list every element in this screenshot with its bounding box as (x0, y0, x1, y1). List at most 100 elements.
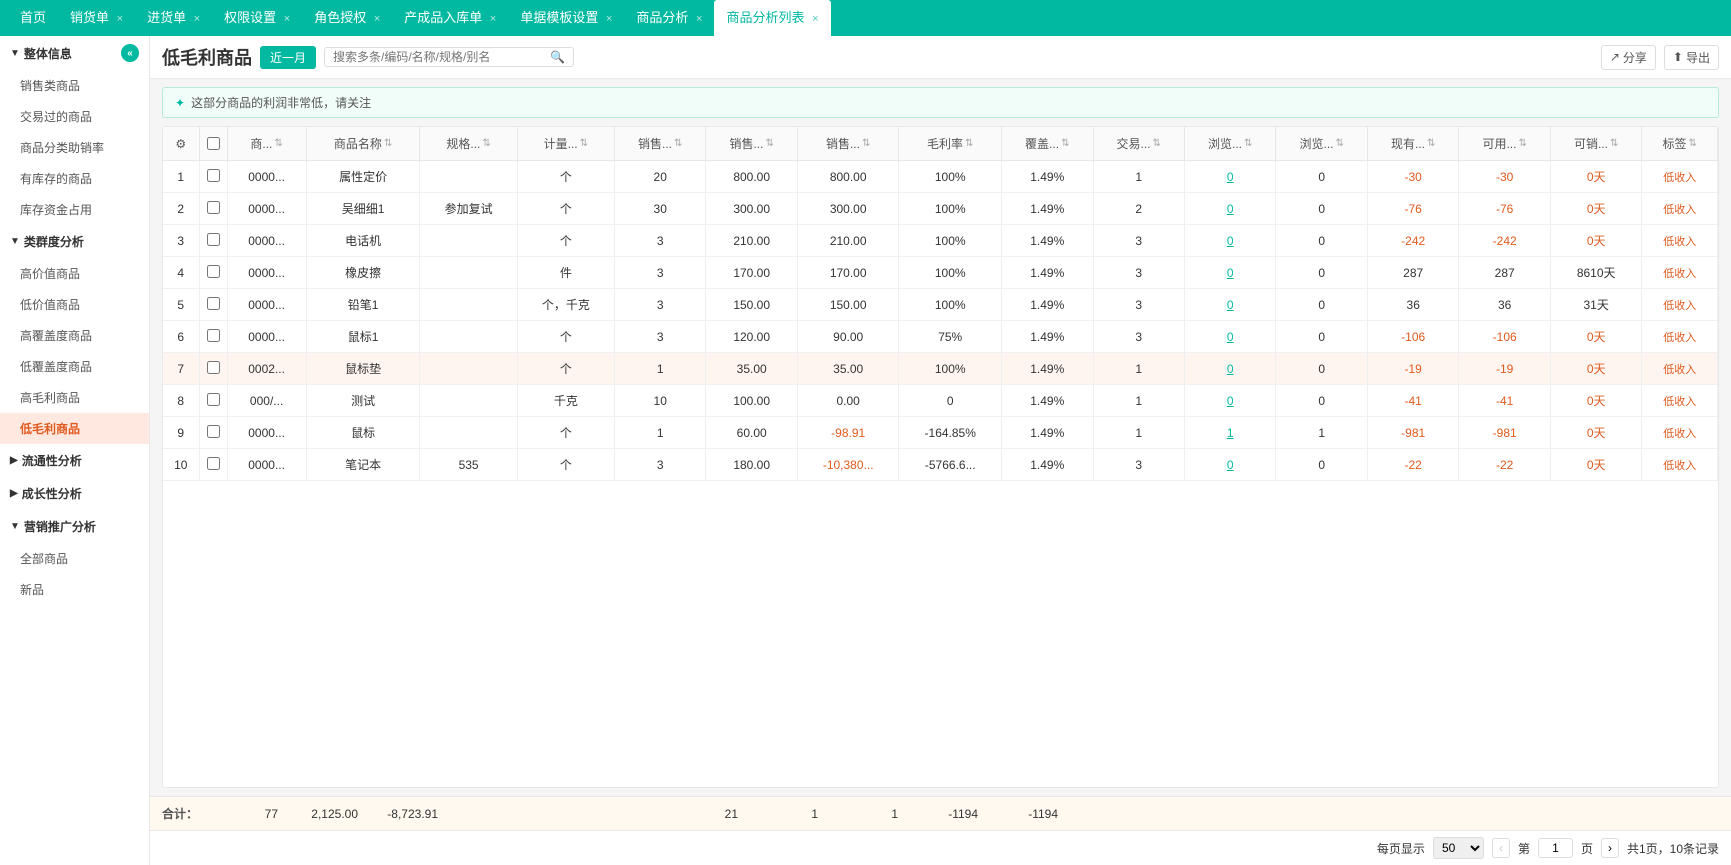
nav-permissions-close[interactable]: × (284, 13, 290, 25)
th-gross-margin[interactable]: 毛利率 ⇅ (899, 127, 1002, 161)
row-views1[interactable]: 1 (1184, 417, 1275, 449)
sidebar-item-high-margin[interactable]: 高毛利商品 (0, 382, 149, 413)
sort-price-icon[interactable]: ⇅ (765, 138, 773, 149)
filter-recent-month-btn[interactable]: 近一月 (260, 46, 316, 69)
th-available[interactable]: 可用... ⇅ (1459, 127, 1550, 161)
th-checkbox[interactable] (199, 127, 227, 161)
nav-permissions[interactable]: 权限设置 × (212, 0, 302, 36)
row-checkbox[interactable] (199, 321, 227, 353)
nav-purchase-close[interactable]: × (194, 13, 200, 25)
row-select-checkbox[interactable] (207, 265, 220, 278)
collapse-overall-btn[interactable]: « (121, 44, 139, 62)
row-checkbox[interactable] (199, 449, 227, 481)
search-icon[interactable]: 🔍 (550, 50, 565, 64)
sidebar-item-all-products[interactable]: 全部商品 (0, 543, 149, 574)
row-select-checkbox[interactable] (207, 457, 220, 470)
nav-template[interactable]: 单据模板设置 × (508, 0, 624, 36)
th-tag[interactable]: 标签 ⇅ (1642, 127, 1718, 161)
sidebar-group-flow[interactable]: ▶ 流通性分析 (0, 444, 149, 477)
nav-product-analysis-close[interactable]: × (696, 13, 702, 25)
row-checkbox[interactable] (199, 385, 227, 417)
th-sales-price[interactable]: 销售... ⇅ (706, 127, 797, 161)
sidebar-item-new-products[interactable]: 新品 (0, 574, 149, 605)
th-code[interactable]: 商... ⇅ (227, 127, 306, 161)
select-all-checkbox[interactable] (207, 137, 220, 150)
row-checkbox[interactable] (199, 353, 227, 385)
th-sellable[interactable]: 可销... ⇅ (1550, 127, 1641, 161)
row-select-checkbox[interactable] (207, 201, 220, 214)
sort-views2-icon[interactable]: ⇅ (1336, 138, 1344, 149)
sort-name-icon[interactable]: ⇅ (384, 138, 392, 149)
sort-sellable-icon[interactable]: ⇅ (1610, 138, 1618, 149)
row-views1[interactable]: 0 (1184, 353, 1275, 385)
sidebar-item-high-coverage[interactable]: 高覆盖度商品 (0, 320, 149, 351)
share-btn[interactable]: ↗ 分享 (1601, 45, 1656, 70)
row-select-checkbox[interactable] (207, 361, 220, 374)
row-views1[interactable]: 0 (1184, 193, 1275, 225)
sidebar-item-low-coverage[interactable]: 低覆盖度商品 (0, 351, 149, 382)
sort-transaction-icon[interactable]: ⇅ (1153, 138, 1161, 149)
sidebar-group-cluster[interactable]: ▼ 类群度分析 (0, 225, 149, 258)
row-checkbox[interactable] (199, 257, 227, 289)
row-checkbox[interactable] (199, 161, 227, 193)
sort-code-icon[interactable]: ⇅ (274, 138, 282, 149)
nav-template-close[interactable]: × (606, 13, 612, 25)
sort-coverage-icon[interactable]: ⇅ (1061, 138, 1069, 149)
nav-product-analysis[interactable]: 商品分析 × (624, 0, 714, 36)
sidebar-item-high-value[interactable]: 高价值商品 (0, 258, 149, 289)
row-views1[interactable]: 0 (1184, 321, 1275, 353)
nav-home[interactable]: 首页 (8, 0, 58, 36)
nav-product-analysis-list-close[interactable]: × (812, 13, 818, 25)
nav-product-analysis-list[interactable]: 商品分析列表 × (714, 0, 830, 36)
nav-purchase[interactable]: 进货单 × (135, 0, 212, 36)
row-views1[interactable]: 0 (1184, 385, 1275, 417)
sort-unit-icon[interactable]: ⇅ (580, 138, 588, 149)
sidebar-group-marketing[interactable]: ▼ 营销推广分析 (0, 510, 149, 543)
th-coverage[interactable]: 覆盖... ⇅ (1002, 127, 1093, 161)
search-input[interactable] (333, 50, 550, 64)
row-checkbox[interactable] (199, 289, 227, 321)
sidebar-item-stocked-products[interactable]: 有库存的商品 (0, 163, 149, 194)
sidebar-item-category-rate[interactable]: 商品分类助销率 (0, 132, 149, 163)
nav-product-entry[interactable]: 产成品入库单 × (392, 0, 508, 36)
export-btn[interactable]: ⬆ 导出 (1664, 45, 1719, 70)
sort-tag-icon[interactable]: ⇅ (1689, 138, 1697, 149)
row-checkbox[interactable] (199, 417, 227, 449)
sort-views1-icon[interactable]: ⇅ (1244, 138, 1252, 149)
row-views1[interactable]: 0 (1184, 449, 1275, 481)
nav-sales[interactable]: 销货单 × (58, 0, 135, 36)
row-views1[interactable]: 0 (1184, 289, 1275, 321)
row-views1[interactable]: 0 (1184, 161, 1275, 193)
page-size-select[interactable]: 10 20 50 100 (1433, 837, 1484, 859)
sidebar-item-low-margin[interactable]: 低毛利商品 (0, 413, 149, 444)
th-sales-qty[interactable]: 销售... ⇅ (614, 127, 705, 161)
sidebar-group-growth[interactable]: ▶ 成长性分析 (0, 477, 149, 510)
sidebar-item-sales-products[interactable]: 销售类商品 (0, 70, 149, 101)
th-unit[interactable]: 计量... ⇅ (517, 127, 614, 161)
row-views1[interactable]: 0 (1184, 257, 1275, 289)
row-select-checkbox[interactable] (207, 297, 220, 310)
sort-qty-icon[interactable]: ⇅ (674, 138, 682, 149)
th-transaction[interactable]: 交易... ⇅ (1093, 127, 1184, 161)
th-settings[interactable]: ⚙ (163, 127, 199, 161)
sidebar-item-low-value[interactable]: 低价值商品 (0, 289, 149, 320)
prev-page-btn[interactable]: ‹ (1492, 838, 1510, 858)
sidebar-item-stock-capital[interactable]: 库存资金占用 (0, 194, 149, 225)
th-views2[interactable]: 浏览... ⇅ (1276, 127, 1367, 161)
nav-roles-close[interactable]: × (374, 13, 380, 25)
nav-sales-close[interactable]: × (117, 13, 123, 25)
row-select-checkbox[interactable] (207, 169, 220, 182)
page-number-input[interactable] (1538, 838, 1573, 858)
sort-available-icon[interactable]: ⇅ (1518, 138, 1526, 149)
row-select-checkbox[interactable] (207, 393, 220, 406)
sort-margin-icon[interactable]: ⇅ (965, 138, 973, 149)
th-current-stock[interactable]: 现有... ⇅ (1367, 127, 1458, 161)
th-sales-amount[interactable]: 销售... ⇅ (797, 127, 899, 161)
row-select-checkbox[interactable] (207, 425, 220, 438)
nav-roles[interactable]: 角色授权 × (302, 0, 392, 36)
sidebar-group-overall[interactable]: ▼ 整体信息 « (0, 36, 149, 70)
sort-spec-icon[interactable]: ⇅ (482, 138, 490, 149)
sort-amount-icon[interactable]: ⇅ (862, 138, 870, 149)
th-spec[interactable]: 规格... ⇅ (420, 127, 517, 161)
row-checkbox[interactable] (199, 193, 227, 225)
